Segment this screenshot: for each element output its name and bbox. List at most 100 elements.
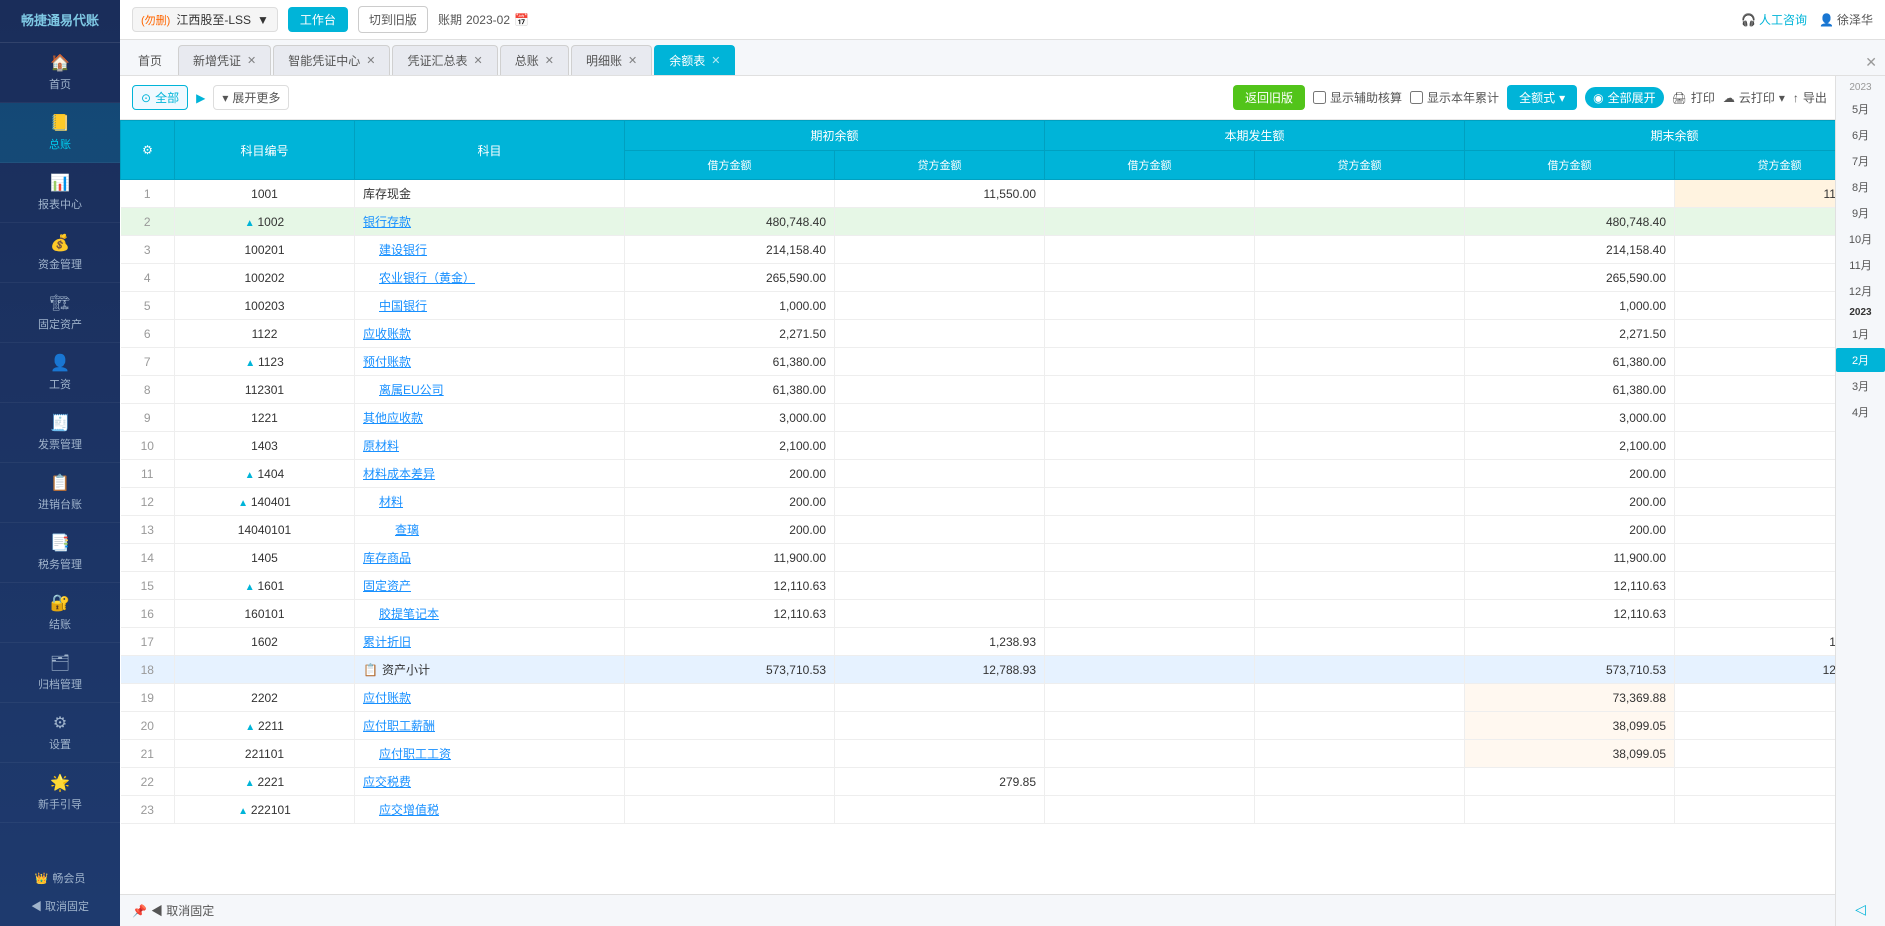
month-may[interactable]: 5月 xyxy=(1836,97,1885,121)
tab-voucher-new[interactable]: 新增凭证 ✕ xyxy=(178,45,271,75)
month-jun[interactable]: 6月 xyxy=(1836,123,1885,147)
full-mode-button[interactable]: 全额式 ▾ xyxy=(1507,85,1577,110)
tab-balance-close[interactable]: ✕ xyxy=(711,54,720,67)
show-aux-checkbox[interactable] xyxy=(1313,91,1326,104)
tab-voucher-summary[interactable]: 凭证汇总表 ✕ xyxy=(392,45,497,75)
month-apr[interactable]: 4月 xyxy=(1836,400,1885,424)
account-name-link[interactable]: 应收账款 xyxy=(363,327,411,341)
tab-voucher-new-close[interactable]: ✕ xyxy=(247,54,256,67)
tab-ledger-close[interactable]: ✕ xyxy=(545,54,554,67)
th-settings[interactable]: ⚙ xyxy=(121,121,175,180)
tab-detail[interactable]: 明细账 ✕ xyxy=(571,45,652,75)
account-name[interactable]: 中国银行 xyxy=(355,292,625,320)
tab-balance[interactable]: 余额表 ✕ xyxy=(654,45,735,75)
account-name-link[interactable]: 应付职工工资 xyxy=(379,747,451,761)
month-dec[interactable]: 12月 xyxy=(1836,279,1885,303)
month-jan[interactable]: 1月 xyxy=(1836,322,1885,346)
account-name-link[interactable]: 农业银行（黄金） xyxy=(379,271,475,285)
account-name-link[interactable]: 查璃 xyxy=(395,523,419,537)
sidebar-item-archive[interactable]: 🗂 归档管理 xyxy=(0,643,120,703)
account-name-link[interactable]: 原材料 xyxy=(363,439,399,453)
show-ytd-checkbox[interactable] xyxy=(1410,91,1423,104)
sidebar-pin-btn[interactable]: ◀ 取消固定 xyxy=(23,894,97,918)
tab-ledger[interactable]: 总账 ✕ xyxy=(500,45,569,75)
sidebar-item-tax[interactable]: 📑 税务管理 xyxy=(0,523,120,583)
expand-all-toggle[interactable]: ◉ 全部展开 xyxy=(1585,87,1664,108)
account-name-link[interactable]: 固定资产 xyxy=(363,579,411,593)
right-panel-toggle[interactable]: ◁ xyxy=(1836,897,1885,922)
account-name[interactable]: 建设银行 xyxy=(355,236,625,264)
account-name[interactable]: 应付职工工资 xyxy=(355,740,625,768)
account-name-link[interactable]: 银行存款 xyxy=(363,215,411,229)
tab-detail-close[interactable]: ✕ xyxy=(628,54,637,67)
account-name-link[interactable]: 应交税费 xyxy=(363,775,411,789)
month-feb[interactable]: 2月 xyxy=(1836,348,1885,372)
month-aug[interactable]: 8月 xyxy=(1836,175,1885,199)
export-button[interactable]: ↑ 导出 xyxy=(1793,89,1827,106)
account-name[interactable]: 应付账款 xyxy=(355,684,625,712)
sidebar-item-close[interactable]: 🔐 结账 xyxy=(0,583,120,643)
account-name[interactable]: 银行存款 xyxy=(355,208,625,236)
account-name[interactable]: 累计折旧 xyxy=(355,628,625,656)
account-name[interactable]: 材料 xyxy=(355,488,625,516)
account-name-link[interactable]: 中国银行 xyxy=(379,299,427,313)
old-version-button[interactable]: 切到旧版 xyxy=(358,6,428,33)
account-name-link[interactable]: 建设银行 xyxy=(379,243,427,257)
sidebar-item-purchase[interactable]: 📋 进销台账 xyxy=(0,463,120,523)
company-selector[interactable]: (勿删) 江西股至-LSS ▼ xyxy=(132,7,278,32)
account-name[interactable]: 原材料 xyxy=(355,432,625,460)
account-name[interactable]: 固定资产 xyxy=(355,572,625,600)
account-name[interactable]: 应交税费 xyxy=(355,768,625,796)
calendar-icon[interactable]: 📅 xyxy=(514,13,529,27)
sidebar-item-reports[interactable]: 📊 报表中心 xyxy=(0,163,120,223)
workbench-button[interactable]: 工作台 xyxy=(288,7,348,32)
breadcrumb[interactable]: ⊙ 全部 xyxy=(132,85,188,110)
account-name-link[interactable]: 其他应收款 xyxy=(363,411,423,425)
account-name[interactable]: 离属EU公司 xyxy=(355,376,625,404)
return-old-version-button[interactable]: 返回旧版 xyxy=(1233,85,1305,110)
consult-button[interactable]: 🎧 人工咨询 xyxy=(1741,11,1807,28)
month-nov[interactable]: 11月 xyxy=(1836,253,1885,277)
account-name-link[interactable]: 离属EU公司 xyxy=(379,383,444,397)
sidebar-item-fixed[interactable]: 🏗 固定资产 xyxy=(0,283,120,343)
account-name[interactable]: 应收账款 xyxy=(355,320,625,348)
sidebar-item-member[interactable]: 👑 畅会员 xyxy=(27,866,94,890)
tab-voucher-summary-close[interactable]: ✕ xyxy=(474,54,483,67)
user-menu[interactable]: 👤 徐泽华 xyxy=(1819,11,1873,28)
pin-button[interactable]: 📌 ◀ 取消固定 xyxy=(132,902,214,919)
account-name[interactable]: 胶提笔记本 xyxy=(355,600,625,628)
account-name-link[interactable]: 材料 xyxy=(379,495,403,509)
expand-more-button[interactable]: ▾ 展开更多 xyxy=(213,85,289,110)
month-jul[interactable]: 7月 xyxy=(1836,149,1885,173)
account-name-link[interactable]: 累计折旧 xyxy=(363,635,411,649)
account-name-link[interactable]: 应付账款 xyxy=(363,691,411,705)
cloud-print-button[interactable]: ☁ 云打印 ▾ xyxy=(1723,89,1785,106)
account-name[interactable]: 库存商品 xyxy=(355,544,625,572)
account-name[interactable]: 其他应收款 xyxy=(355,404,625,432)
month-mar[interactable]: 3月 xyxy=(1836,374,1885,398)
sidebar-item-settings[interactable]: ⚙ 设置 xyxy=(0,703,120,763)
account-name-link[interactable]: 应交增值税 xyxy=(379,803,439,817)
account-name-link[interactable]: 应付职工薪酬 xyxy=(363,719,435,733)
tab-voucher-smart[interactable]: 智能凭证中心 ✕ xyxy=(273,45,390,75)
account-name[interactable]: 预付账款 xyxy=(355,348,625,376)
tab-voucher-smart-close[interactable]: ✕ xyxy=(366,54,375,67)
print-button[interactable]: 🖨 打印 xyxy=(1672,89,1715,106)
sidebar-item-home[interactable]: 🏠 首页 xyxy=(0,43,120,103)
account-name-link[interactable]: 材料成本差异 xyxy=(363,467,435,481)
close-all-tabs-button[interactable]: ✕ xyxy=(1857,50,1885,75)
sidebar-item-assets[interactable]: 💰 资金管理 xyxy=(0,223,120,283)
account-name[interactable]: 农业银行（黄金） xyxy=(355,264,625,292)
month-oct[interactable]: 10月 xyxy=(1836,227,1885,251)
month-sep[interactable]: 9月 xyxy=(1836,201,1885,225)
account-name[interactable]: 应付职工薪酬 xyxy=(355,712,625,740)
account-name[interactable]: 应交增值税 xyxy=(355,796,625,824)
account-name[interactable]: 查璃 xyxy=(355,516,625,544)
account-name-link[interactable]: 预付账款 xyxy=(363,355,411,369)
sidebar-item-salary[interactable]: 👤 工资 xyxy=(0,343,120,403)
sidebar-item-ledger[interactable]: 📒 总账 xyxy=(0,103,120,163)
sidebar-item-newbie[interactable]: 🌟 新手引导 xyxy=(0,763,120,823)
sidebar-item-invoice[interactable]: 🧾 发票管理 xyxy=(0,403,120,463)
account-name-link[interactable]: 库存商品 xyxy=(363,551,411,565)
account-name-link[interactable]: 胶提笔记本 xyxy=(379,607,439,621)
